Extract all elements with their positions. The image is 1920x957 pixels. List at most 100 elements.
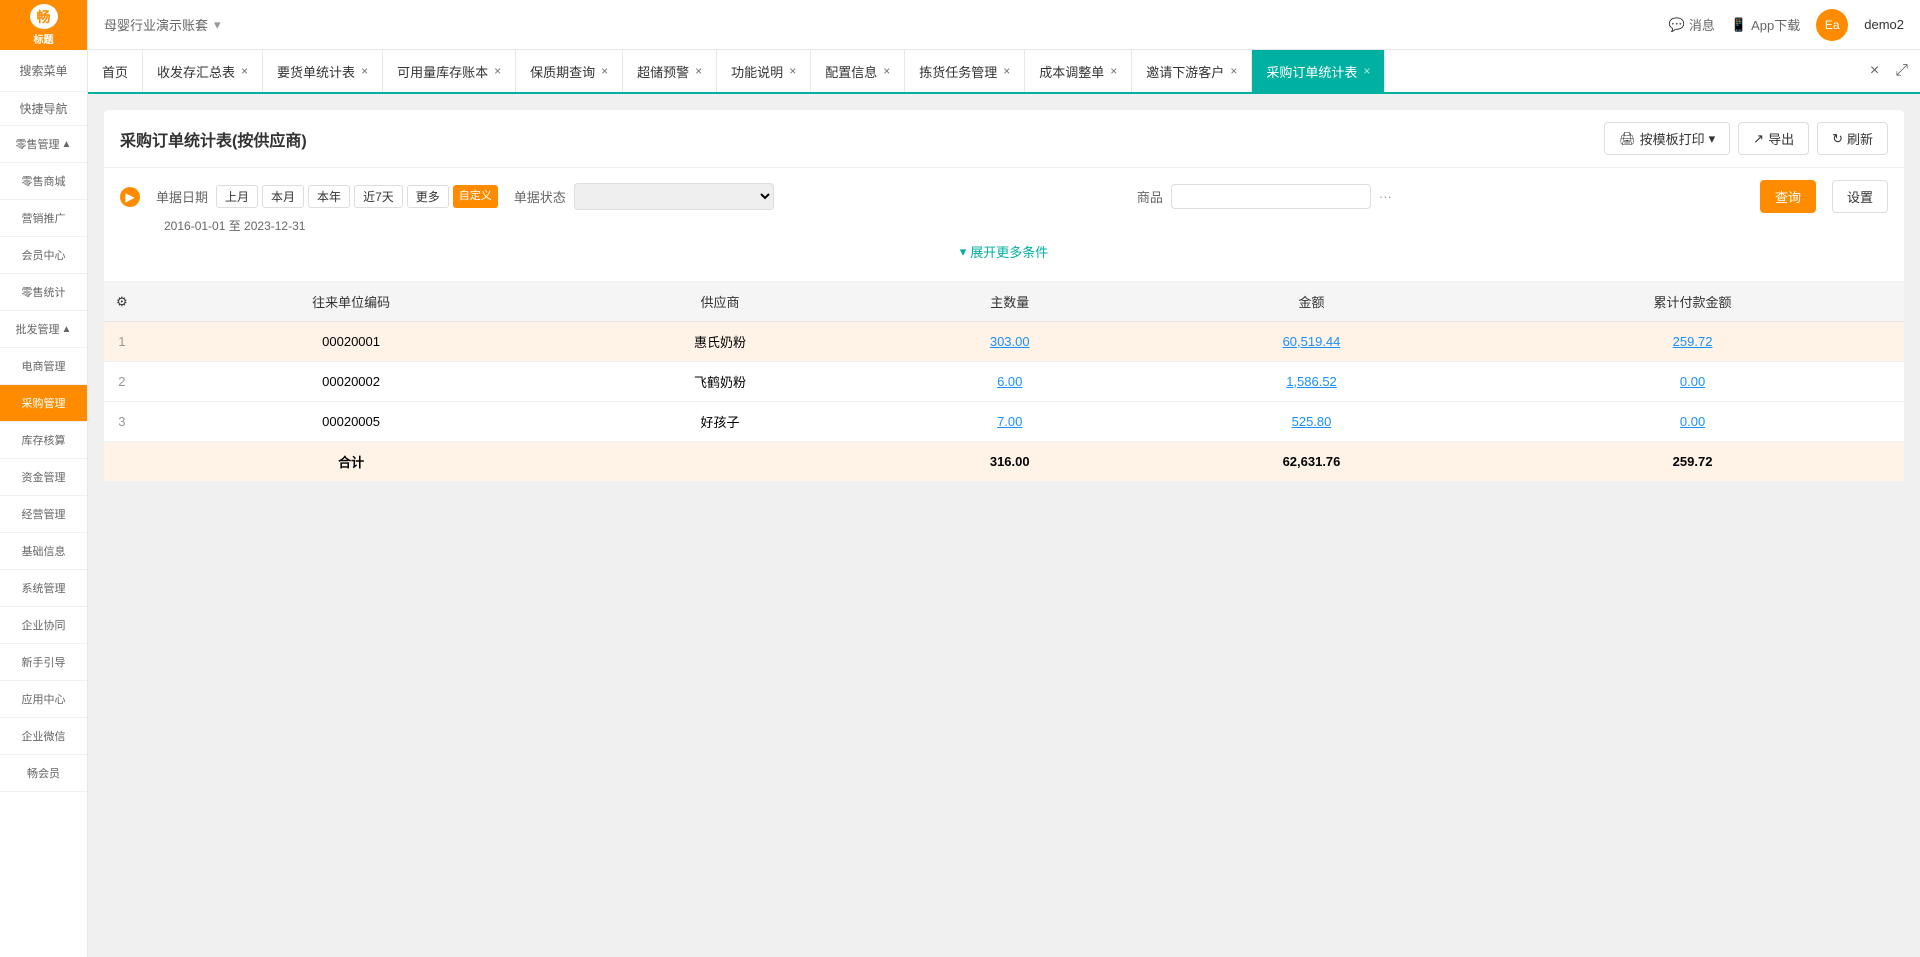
date-filter-label: 单据日期: [156, 187, 208, 206]
tab-help[interactable]: 功能说明 ×: [717, 50, 811, 92]
tab-recv-send-label: 收发存汇总表: [157, 62, 235, 81]
tab-purchase-stats[interactable]: 采购订单统计表 ×: [1252, 50, 1385, 92]
query-button[interactable]: 查询: [1760, 180, 1816, 213]
tab-invite-down[interactable]: 邀请下游客户 ×: [1132, 50, 1252, 92]
sidebar-item-new-guide[interactable]: 新手引导: [0, 644, 87, 681]
tab-close-icon[interactable]: ×: [883, 64, 890, 78]
expand-more-button[interactable]: ▾ 展开更多条件: [960, 242, 1049, 261]
logo-char: 畅: [37, 7, 51, 27]
sidebar-item-operation[interactable]: 经营管理: [0, 496, 87, 533]
row-amount[interactable]: 1,586.52: [1142, 362, 1481, 402]
sidebar-item-basic-info[interactable]: 基础信息: [0, 533, 87, 570]
date-custom-tag: 自定义: [453, 185, 498, 208]
export-button[interactable]: ↗ 导出: [1738, 122, 1809, 155]
chevron-down-icon: ▲: [62, 139, 72, 150]
sidebar-item-marketing[interactable]: 营销推广: [0, 200, 87, 237]
tab-home[interactable]: 首页: [88, 50, 143, 92]
search-menu-button[interactable]: 搜索菜单: [6, 58, 81, 83]
sidebar-item-purchase[interactable]: 采购管理: [0, 385, 87, 422]
tab-close-icon[interactable]: ×: [241, 64, 248, 78]
row-quantity[interactable]: 7.00: [878, 402, 1142, 442]
tab-close-icon[interactable]: ×: [789, 64, 796, 78]
username-label[interactable]: demo2: [1864, 17, 1904, 32]
tab-overstock[interactable]: 超储预警 ×: [623, 50, 717, 92]
col-settings: ⚙: [104, 282, 140, 322]
table-row[interactable]: 1 00020001 惠氏奶粉 303.00 60,519.44 259.72: [104, 322, 1904, 362]
message-button[interactable]: 💬 消息: [1669, 15, 1715, 34]
tab-close-icon[interactable]: ×: [695, 64, 702, 78]
page-header-actions: 🖨 按模板打印 ▾ ↗ 导出 ↻ 刷新: [1604, 122, 1888, 155]
logo-icon: 畅: [30, 4, 58, 29]
sidebar-item-system[interactable]: 系统管理: [0, 570, 87, 607]
goods-more-icon[interactable]: ···: [1379, 189, 1392, 204]
tab-invite-down-label: 邀请下游客户: [1146, 62, 1224, 81]
date-this-month-button[interactable]: 本月: [262, 185, 304, 208]
settings-button[interactable]: 设置: [1832, 180, 1888, 213]
date-last-month-button[interactable]: 上月: [216, 185, 258, 208]
row-quantity[interactable]: 6.00: [878, 362, 1142, 402]
workspace-dropdown-icon[interactable]: ▾: [214, 17, 221, 33]
tab-pick-task[interactable]: 拣货任务管理 ×: [905, 50, 1025, 92]
tab-close-icon[interactable]: ×: [1230, 64, 1237, 78]
total-amount: 62,631.76: [1142, 442, 1481, 482]
tab-warranty[interactable]: 保质期查询 ×: [516, 50, 623, 92]
content-area: 采购订单统计表(按供应商) 🖨 按模板打印 ▾ ↗ 导出 ↻ 刷新: [88, 94, 1920, 957]
app-download-button[interactable]: 📱 App下载: [1731, 15, 1800, 34]
tab-usable-stock[interactable]: 可用量库存账本 ×: [383, 50, 516, 92]
total-row: 合计 316.00 62,631.76 259.72: [104, 442, 1904, 482]
tab-close-icon[interactable]: ×: [1003, 64, 1010, 78]
tab-close-icon[interactable]: ×: [494, 64, 501, 78]
date-7days-button[interactable]: 近7天: [354, 185, 403, 208]
tab-config[interactable]: 配置信息 ×: [811, 50, 905, 92]
date-this-year-button[interactable]: 本年: [308, 185, 350, 208]
sidebar-item-ecom[interactable]: 电商管理: [0, 348, 87, 385]
tab-order-stats[interactable]: 要货单统计表 ×: [263, 50, 383, 92]
sidebar-item-app-center[interactable]: 应用中心: [0, 681, 87, 718]
tab-close-icon[interactable]: ×: [361, 64, 368, 78]
goods-input[interactable]: [1171, 184, 1371, 209]
tab-order-stats-label: 要货单统计表: [277, 62, 355, 81]
sidebar-item-retail-mgmt[interactable]: 零售管理 ▲: [0, 126, 87, 163]
sidebar-item-retail-stats[interactable]: 零售统计: [0, 274, 87, 311]
row-paid[interactable]: 0.00: [1481, 362, 1904, 402]
quick-nav-button[interactable]: 快捷导航: [0, 92, 87, 126]
tab-close-icon[interactable]: ×: [601, 64, 608, 78]
sidebar-item-wechat[interactable]: 企业微信: [0, 718, 87, 755]
main-area: 母婴行业演示账套 ▾ 💬 消息 📱 App下载 Ea demo2 首页 收发存汇…: [88, 0, 1920, 957]
sidebar-item-vip[interactable]: 畅会员: [0, 755, 87, 792]
sidebar-item-inventory[interactable]: 库存核算: [0, 422, 87, 459]
sidebar-search-section: 搜索菜单: [0, 50, 87, 92]
row-num: 2: [104, 362, 140, 402]
table-row[interactable]: 2 00020002 飞鹤奶粉 6.00 1,586.52 0.00: [104, 362, 1904, 402]
expand-tabs-button[interactable]: ⤢: [1891, 58, 1912, 84]
row-paid[interactable]: 259.72: [1481, 322, 1904, 362]
tabbar: 首页 收发存汇总表 × 要货单统计表 × 可用量库存账本 × 保质期查询 × 超…: [88, 50, 1920, 94]
filter-toggle-button[interactable]: ▶: [120, 187, 140, 207]
tab-close-icon[interactable]: ×: [1363, 64, 1370, 78]
table-header-row: ⚙ 往来单位编码 供应商 主数量 金额 累计付款金额: [104, 282, 1904, 322]
date-more-button[interactable]: 更多: [407, 185, 449, 208]
user-avatar[interactable]: Ea: [1816, 9, 1848, 41]
date-filter-group: 单据日期 上月 本月 本年 近7天 更多 自定义: [156, 185, 498, 208]
tab-cost-adj[interactable]: 成本调整单 ×: [1025, 50, 1132, 92]
table-row[interactable]: 3 00020005 好孩子 7.00 525.80 0.00: [104, 402, 1904, 442]
row-amount[interactable]: 60,519.44: [1142, 322, 1481, 362]
sidebar-item-collab[interactable]: 企业协同: [0, 607, 87, 644]
refresh-icon: ↻: [1832, 131, 1843, 147]
tabbar-end-actions: × ⤢: [1858, 58, 1920, 84]
export-icon: ↗: [1753, 131, 1764, 147]
row-amount[interactable]: 525.80: [1142, 402, 1481, 442]
status-select[interactable]: [574, 183, 774, 210]
row-paid[interactable]: 0.00: [1481, 402, 1904, 442]
topbar: 母婴行业演示账套 ▾ 💬 消息 📱 App下载 Ea demo2: [88, 0, 1920, 50]
tab-close-icon[interactable]: ×: [1110, 64, 1117, 78]
refresh-button[interactable]: ↻ 刷新: [1817, 122, 1888, 155]
sidebar-item-retail-shop[interactable]: 零售商城: [0, 163, 87, 200]
sidebar-item-finance[interactable]: 资金管理: [0, 459, 87, 496]
sidebar-item-wholesale[interactable]: 批发管理 ▲: [0, 311, 87, 348]
print-button[interactable]: 🖨 按模板打印 ▾: [1604, 122, 1730, 155]
row-quantity[interactable]: 303.00: [878, 322, 1142, 362]
tab-recv-send[interactable]: 收发存汇总表 ×: [143, 50, 263, 92]
close-all-tabs-button[interactable]: ×: [1866, 58, 1883, 84]
sidebar-item-member[interactable]: 会员中心: [0, 237, 87, 274]
